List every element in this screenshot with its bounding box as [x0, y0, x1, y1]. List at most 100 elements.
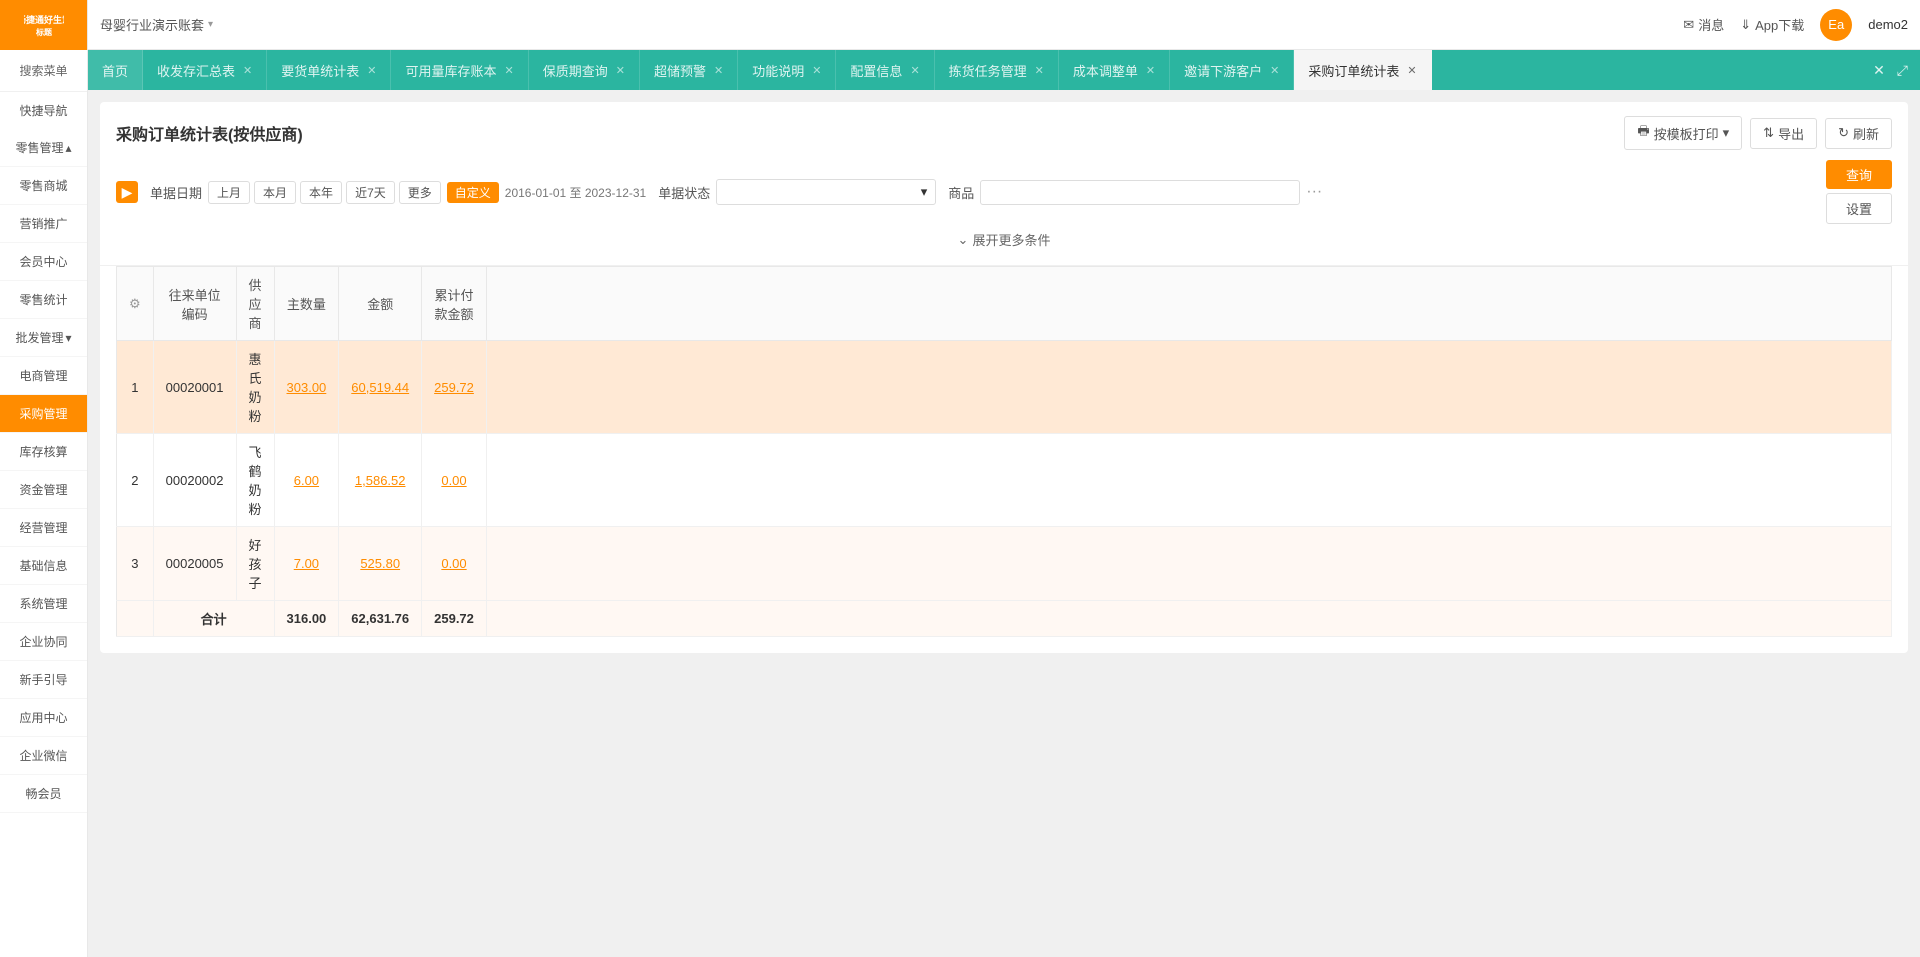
settings-button[interactable]: 设置: [1826, 193, 1892, 224]
close-icon[interactable]: ✕: [1035, 64, 1044, 77]
goods-more-icon[interactable]: ···: [1306, 183, 1322, 201]
workspace-name: 母婴行业演示账套: [100, 15, 204, 34]
refresh-button[interactable]: ↻ 刷新: [1825, 118, 1892, 149]
table-col-supplier: 供应商: [236, 267, 274, 341]
page-title: 采购订单统计表(按供应商): [116, 121, 303, 145]
tab-close-button[interactable]: ✕: [1869, 58, 1889, 83]
close-icon[interactable]: ✕: [1270, 64, 1279, 77]
sidebar-item-appstore[interactable]: 应用中心: [0, 699, 87, 737]
sidebar-item-wechat[interactable]: 企业微信: [0, 737, 87, 775]
tab-restore-button[interactable]: ⤢: [1893, 58, 1912, 83]
export-button[interactable]: ⇅ 导出: [1750, 118, 1817, 149]
sidebar-item-ops[interactable]: 经营管理: [0, 509, 87, 547]
quick-nav-button[interactable]: 快捷导航: [0, 92, 87, 129]
row-amount[interactable]: 1,586.52: [339, 434, 422, 527]
message-button[interactable]: ✉ 消息: [1683, 15, 1724, 34]
close-icon[interactable]: ✕: [1146, 64, 1155, 77]
sidebar-item-basic[interactable]: 基础信息: [0, 547, 87, 585]
sidebar-item-purchase[interactable]: 采购管理: [0, 395, 87, 433]
close-icon[interactable]: ✕: [812, 64, 821, 77]
tab-shoufasum[interactable]: 收发存汇总表 ✕: [143, 50, 267, 90]
date-btn-7days[interactable]: 近7天: [346, 181, 395, 204]
tab-yaoqing[interactable]: 邀请下游客户 ✕: [1170, 50, 1294, 90]
row-paid[interactable]: 259.72: [422, 341, 487, 434]
date-btn-last-month[interactable]: 上月: [208, 181, 250, 204]
sidebar-item-system[interactable]: 系统管理: [0, 585, 87, 623]
table-row: 3 00020005 好孩子 7.00 525.80 0.00: [117, 527, 1892, 601]
top-bar: 母婴行业演示账套 ▾ ✉ 消息 ⇓ App下载 Ea demo2: [88, 0, 1920, 50]
tab-yaohuo[interactable]: 要货单统计表 ✕: [267, 50, 391, 90]
tab-baoyuan[interactable]: 保质期查询 ✕: [529, 50, 640, 90]
sidebar-item-collab[interactable]: 企业协同: [0, 623, 87, 661]
table-col-paid: 累计付款金额: [422, 267, 487, 341]
footer-label: 合计: [153, 601, 274, 637]
expand-more-button[interactable]: ⌄ 展开更多条件: [958, 230, 1051, 249]
close-icon[interactable]: ✕: [616, 64, 625, 77]
workspace-selector[interactable]: 母婴行业演示账套 ▾: [100, 15, 213, 34]
expand-more-label: 展开更多条件: [972, 230, 1050, 249]
tab-gongneng[interactable]: 功能说明 ✕: [738, 50, 836, 90]
filter-collapse-button[interactable]: ▶: [116, 181, 138, 203]
tab-kucun[interactable]: 可用量库存账本 ✕: [391, 50, 528, 90]
sidebar-item-finance[interactable]: 资金管理: [0, 471, 87, 509]
tab-chengben[interactable]: 成本调整单 ✕: [1059, 50, 1170, 90]
tab-label: 配置信息: [850, 61, 902, 80]
svg-text:标题: 标题: [35, 27, 53, 37]
sidebar-search[interactable]: 搜索菜单: [0, 50, 87, 92]
tab-tuohuo[interactable]: 拣货任务管理 ✕: [935, 50, 1059, 90]
tab-peizhi[interactable]: 配置信息 ✕: [836, 50, 934, 90]
date-btn-this-month[interactable]: 本月: [254, 181, 296, 204]
refresh-label: 刷新: [1853, 124, 1879, 143]
tab-chaochuyu[interactable]: 超储预警 ✕: [640, 50, 738, 90]
sidebar-item-retail[interactable]: 零售管理 ▴: [0, 129, 87, 167]
tab-label: 拣货任务管理: [949, 61, 1027, 80]
template-print-button[interactable]: 🖶 按模板打印 ▾: [1624, 116, 1742, 150]
tab-home[interactable]: 首页: [88, 50, 143, 90]
sidebar-item-retail-stat[interactable]: 零售统计: [0, 281, 87, 319]
tab-caigou[interactable]: 采购订单统计表 ✕: [1294, 50, 1431, 90]
user-avatar[interactable]: Ea: [1820, 9, 1852, 41]
tab-label: 功能说明: [752, 61, 804, 80]
date-custom-badge[interactable]: 自定义: [447, 182, 499, 203]
sidebar-item-retail-shop[interactable]: 零售商城: [0, 167, 87, 205]
row-qty[interactable]: 6.00: [274, 434, 339, 527]
status-select[interactable]: ▾: [716, 179, 936, 205]
row-paid[interactable]: 0.00: [422, 434, 487, 527]
search-button[interactable]: 查询: [1826, 160, 1892, 189]
table-row: 1 00020001 惠氏奶粉 303.00 60,519.44 259.72: [117, 341, 1892, 434]
row-qty[interactable]: 7.00: [274, 527, 339, 601]
sidebar-item-marketing[interactable]: 营销推广: [0, 205, 87, 243]
search-menu-button[interactable]: 搜索菜单: [6, 58, 81, 83]
tab-label: 超储预警: [654, 61, 706, 80]
date-btn-this-year[interactable]: 本年: [300, 181, 342, 204]
sidebar-item-ecommerce[interactable]: 电商管理: [0, 357, 87, 395]
app-download-button[interactable]: ⇓ App下载: [1740, 15, 1804, 34]
row-paid[interactable]: 0.00: [422, 527, 487, 601]
close-icon[interactable]: ✕: [1407, 64, 1416, 77]
close-icon[interactable]: ✕: [910, 64, 919, 77]
sidebar-item-wholesale[interactable]: 批发管理 ▾: [0, 319, 87, 357]
chevron-down-icon: ▾: [1723, 125, 1730, 141]
row-supplier: 飞鹤奶粉: [236, 434, 274, 527]
tab-label: 收发存汇总表: [157, 61, 235, 80]
print-icon: 🖶: [1637, 122, 1649, 144]
sidebar-item-newbie[interactable]: 新手引导: [0, 661, 87, 699]
close-icon[interactable]: ✕: [505, 64, 514, 77]
close-icon[interactable]: ✕: [367, 64, 376, 77]
sidebar-item-vip[interactable]: 畅会员: [0, 775, 87, 813]
close-icon[interactable]: ✕: [714, 64, 723, 77]
row-qty[interactable]: 303.00: [274, 341, 339, 434]
sidebar-item-member[interactable]: 会员中心: [0, 243, 87, 281]
goods-input[interactable]: [980, 180, 1300, 205]
sidebar-item-inventory[interactable]: 库存核算: [0, 433, 87, 471]
gear-icon[interactable]: ⚙: [129, 296, 141, 311]
row-amount[interactable]: 60,519.44: [339, 341, 422, 434]
row-amount[interactable]: 525.80: [339, 527, 422, 601]
date-btn-more[interactable]: 更多: [399, 181, 441, 204]
table-col-extra: [486, 267, 1891, 341]
table-col-qty: 主数量: [274, 267, 339, 341]
footer-qty: 316.00: [274, 601, 339, 637]
search-button-area: 查询 设置: [1826, 160, 1892, 224]
close-icon[interactable]: ✕: [243, 64, 252, 77]
download-icon: ⇓: [1740, 17, 1751, 33]
